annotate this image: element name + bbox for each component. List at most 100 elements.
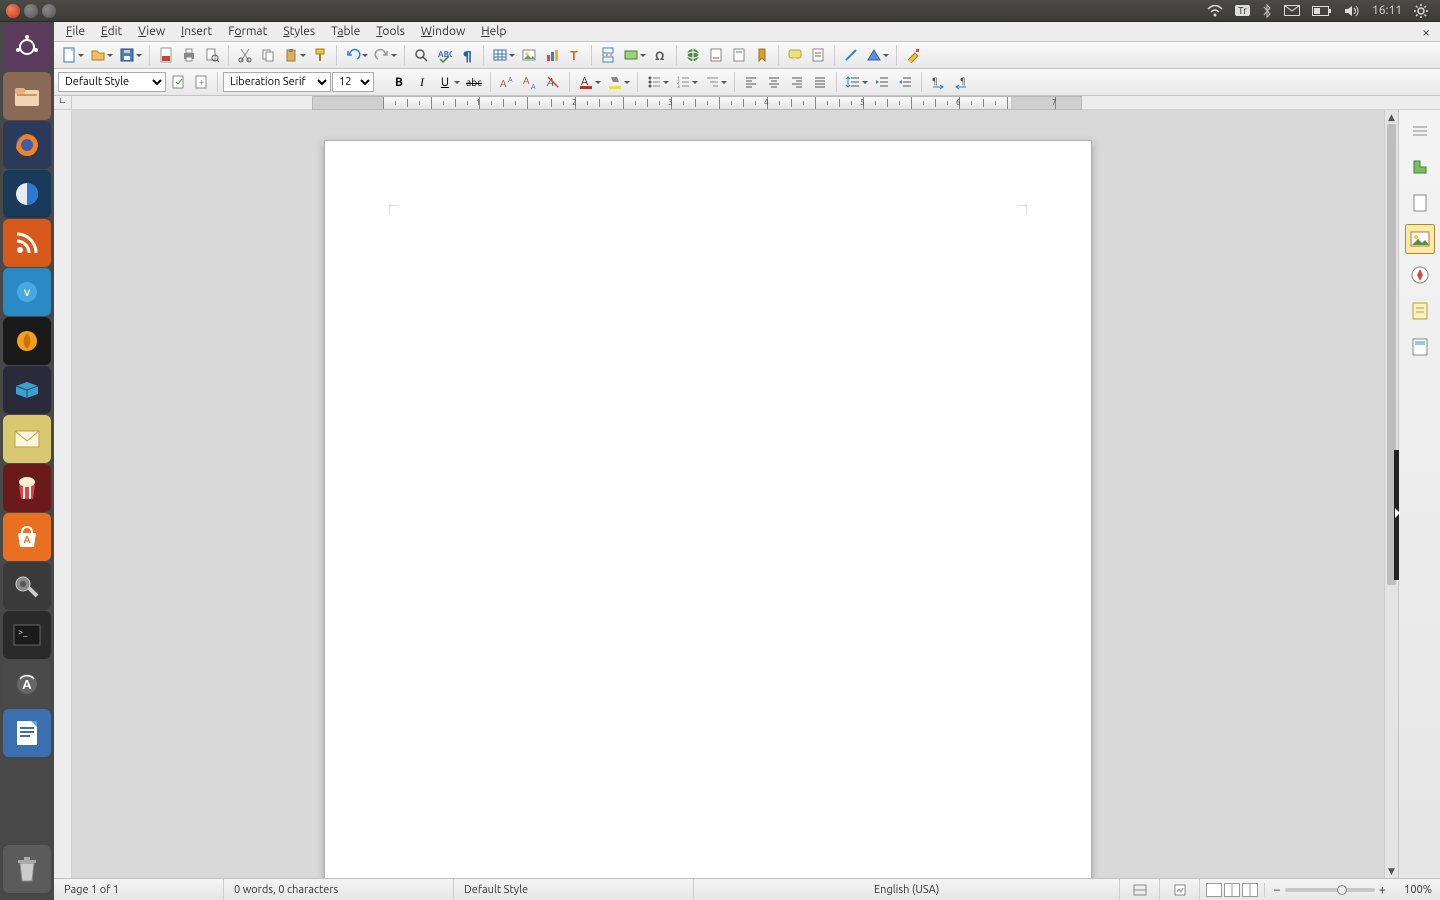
launcher-blue-cube-app[interactable] <box>3 366 51 414</box>
strikethrough-button[interactable]: abc <box>463 71 485 93</box>
launcher-orange-app[interactable] <box>3 317 51 365</box>
print-button[interactable] <box>178 44 200 66</box>
print-preview-button[interactable] <box>201 44 223 66</box>
bluetooth-icon[interactable] <box>1262 4 1272 18</box>
status-word-count[interactable]: 0 words, 0 characters <box>224 879 454 900</box>
font-color-button[interactable]: A <box>575 71 597 93</box>
clock[interactable]: 16:11 <box>1372 4 1402 17</box>
status-selection-mode[interactable] <box>1160 879 1200 900</box>
document-close-button[interactable]: × <box>1416 24 1436 40</box>
insert-comment-button[interactable] <box>784 44 806 66</box>
redo-button[interactable] <box>371 44 393 66</box>
font-name-select[interactable]: Liberation Serif <box>223 72 331 92</box>
save-button[interactable] <box>116 44 138 66</box>
insert-text-box-button[interactable]: T <box>564 44 586 66</box>
menu-window[interactable]: Window <box>413 23 473 40</box>
launcher-software-updater[interactable]: A <box>3 660 51 708</box>
open-button[interactable] <box>87 44 109 66</box>
export-pdf-button[interactable] <box>155 44 177 66</box>
status-page[interactable]: Page 1 of 1 <box>54 879 224 900</box>
align-justify-button[interactable] <box>809 71 831 93</box>
insert-table-button[interactable] <box>489 44 511 66</box>
zoom-slider-knob[interactable] <box>1337 885 1347 895</box>
insert-chart-button[interactable] <box>541 44 563 66</box>
line-spacing-button[interactable] <box>842 71 864 93</box>
font-size-select[interactable]: 12 <box>332 72 374 92</box>
insert-bookmark-button[interactable] <box>751 44 773 66</box>
menu-table[interactable]: Table <box>323 23 368 40</box>
launcher-software-center[interactable]: A <box>3 513 51 561</box>
menu-insert[interactable]: Insert <box>173 23 220 40</box>
launcher-libreoffice-writer[interactable] <box>3 709 51 757</box>
menu-styles[interactable]: Styles <box>275 23 323 40</box>
bullet-list-button[interactable] <box>643 71 665 93</box>
document-page[interactable] <box>324 140 1092 878</box>
zoom-in-button[interactable]: + <box>1379 883 1386 897</box>
launcher-files[interactable] <box>3 72 51 120</box>
clear-formatting-button[interactable]: A <box>542 71 564 93</box>
sidebar-tab-gallery[interactable] <box>1405 224 1435 254</box>
paragraph-rtl-button[interactable]: ¶ <box>950 71 972 93</box>
status-page-style[interactable]: Default Style <box>454 879 694 900</box>
new-style-button[interactable]: + <box>190 71 212 93</box>
menu-file[interactable]: File <box>58 23 93 40</box>
insert-field-button[interactable] <box>620 44 642 66</box>
find-replace-button[interactable] <box>410 44 432 66</box>
launcher-rss[interactable] <box>3 219 51 267</box>
subscript-button[interactable]: AA <box>519 71 541 93</box>
copy-button[interactable] <box>257 44 279 66</box>
launcher-browser-blue[interactable] <box>3 170 51 218</box>
insert-line-button[interactable] <box>840 44 862 66</box>
sidebar-expand-arrow[interactable] <box>1395 508 1405 518</box>
sidebar-tab-page[interactable] <box>1405 188 1435 218</box>
zoom-out-button[interactable]: − <box>1273 883 1280 897</box>
vertical-ruler[interactable] <box>54 110 72 878</box>
wifi-icon[interactable] <box>1207 5 1223 17</box>
menu-edit[interactable]: Edit <box>93 23 130 40</box>
scroll-up-arrow[interactable]: ▲ <box>1385 110 1398 124</box>
scroll-down-arrow[interactable]: ▼ <box>1385 864 1398 878</box>
launcher-system-settings[interactable] <box>3 562 51 610</box>
insert-hyperlink-button[interactable] <box>682 44 704 66</box>
sidebar-tab-navigator[interactable] <box>1405 260 1435 290</box>
view-single-page[interactable] <box>1206 883 1222 897</box>
clone-formatting-button[interactable] <box>309 44 331 66</box>
zoom-percentage[interactable]: 100% <box>1390 884 1432 896</box>
paste-button[interactable] <box>280 44 302 66</box>
bold-button[interactable]: B <box>388 71 410 93</box>
view-book[interactable] <box>1242 883 1258 897</box>
status-language[interactable]: English (USA) <box>694 879 1120 900</box>
align-center-button[interactable] <box>763 71 785 93</box>
track-changes-button[interactable] <box>807 44 829 66</box>
spellcheck-button[interactable]: ABC <box>433 44 455 66</box>
update-style-button[interactable] <box>167 71 189 93</box>
basic-shapes-button[interactable] <box>863 44 885 66</box>
document-canvas[interactable] <box>72 110 1384 878</box>
highlight-color-button[interactable] <box>604 71 626 93</box>
outline-list-button[interactable] <box>701 71 723 93</box>
undo-button[interactable] <box>342 44 364 66</box>
show-draw-functions-button[interactable] <box>902 44 924 66</box>
underline-button[interactable]: U <box>434 71 456 93</box>
italic-button[interactable]: I <box>411 71 433 93</box>
mail-icon[interactable] <box>1284 5 1300 16</box>
paragraph-style-select[interactable]: Default Style <box>58 72 166 92</box>
zoom-slider[interactable] <box>1285 888 1375 892</box>
launcher-dash[interactable] <box>3 23 51 71</box>
cut-button[interactable] <box>234 44 256 66</box>
menu-view[interactable]: View <box>130 23 173 40</box>
superscript-button[interactable]: AA <box>496 71 518 93</box>
launcher-firefox[interactable] <box>3 121 51 169</box>
align-right-button[interactable] <box>786 71 808 93</box>
insert-image-button[interactable] <box>518 44 540 66</box>
decrease-indent-button[interactable] <box>894 71 916 93</box>
launcher-media-app[interactable]: V <box>3 268 51 316</box>
sidebar-tab-properties[interactable] <box>1405 116 1435 146</box>
keyboard-layout-indicator[interactable]: Tr <box>1235 5 1250 16</box>
status-insert-mode[interactable] <box>1120 879 1160 900</box>
formatting-marks-button[interactable]: ¶ <box>456 44 478 66</box>
sidebar-tab-styles[interactable] <box>1405 152 1435 182</box>
increase-indent-button[interactable] <box>871 71 893 93</box>
battery-icon[interactable] <box>1312 6 1332 16</box>
sidebar-tab-manage-changes[interactable] <box>1405 296 1435 326</box>
